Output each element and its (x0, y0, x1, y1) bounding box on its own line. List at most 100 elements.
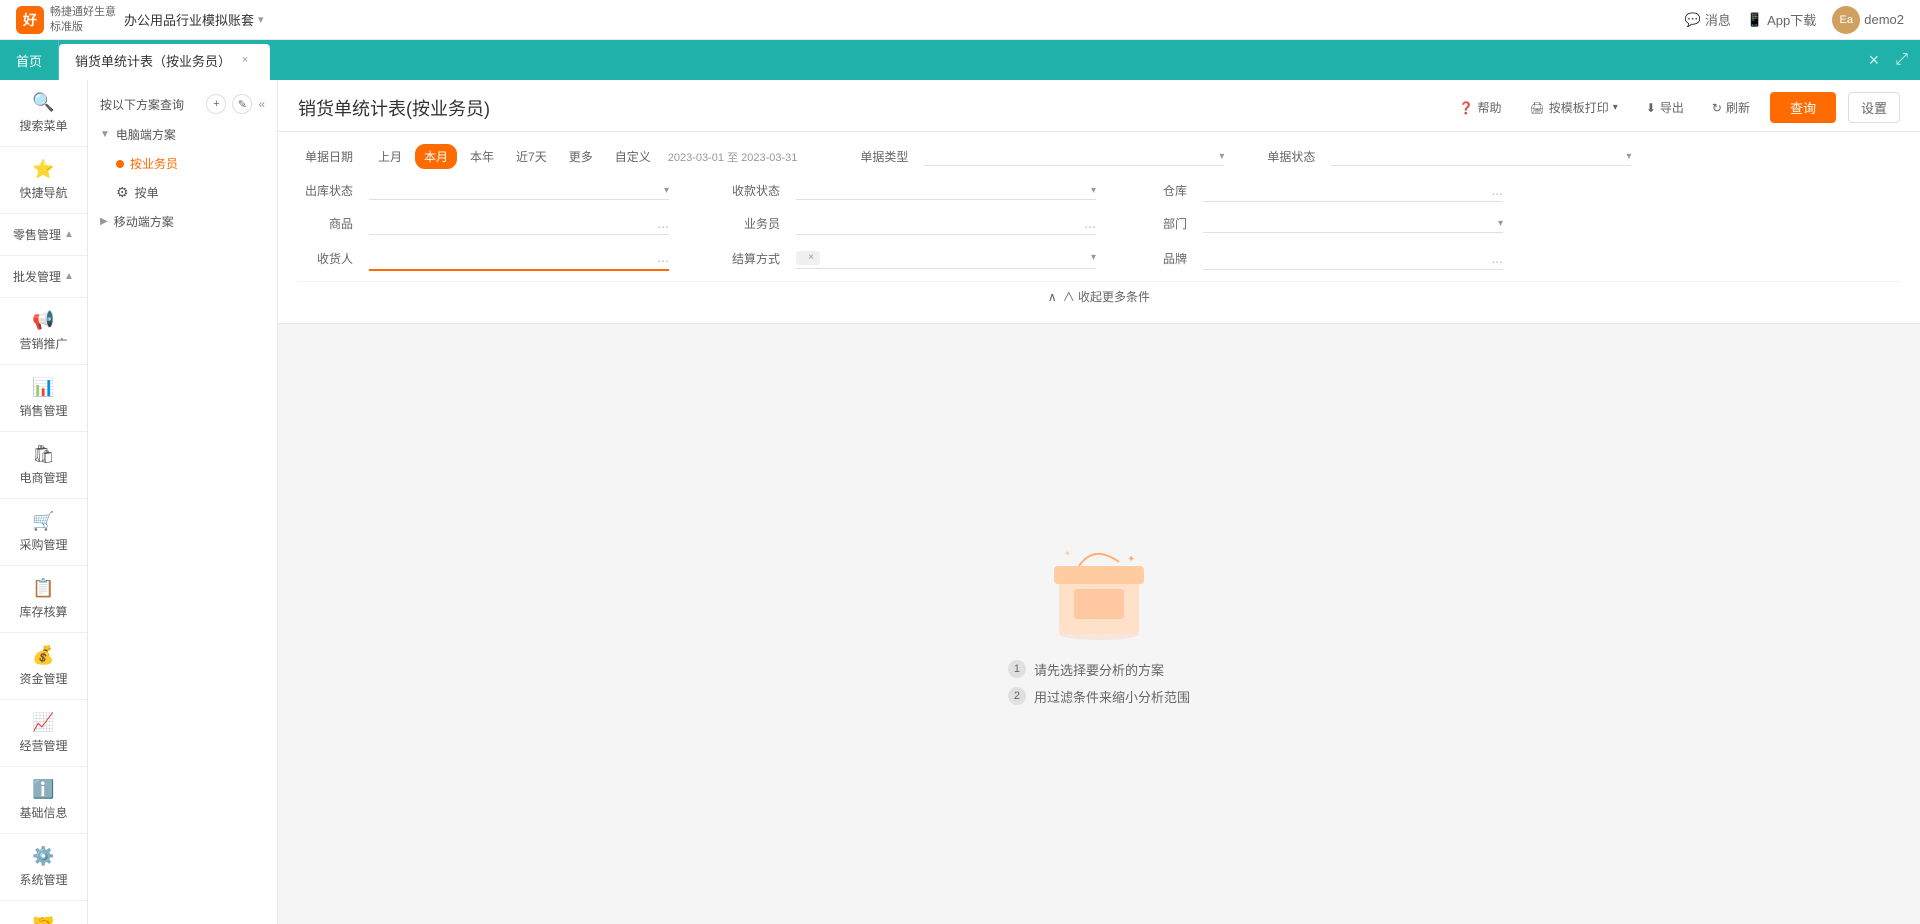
out-status-select[interactable]: ▾ (369, 182, 669, 200)
add-plan-button[interactable]: + (206, 94, 226, 114)
inventory-icon: 📋 (32, 578, 54, 599)
message-icon: 💬 (1685, 12, 1701, 28)
salesperson-select[interactable]: ... (796, 212, 1096, 235)
receipt-status-label: 收款状态 (725, 182, 780, 199)
goods-select[interactable]: ... (369, 212, 669, 235)
brand-select[interactable]: ... (1203, 247, 1503, 270)
sidebar-item-sales[interactable]: 📊 销售管理 (0, 365, 87, 432)
sidebar-item-finance[interactable]: 💰 资金管理 (0, 633, 87, 700)
filter-row-4: 收货人 ... 结算方式 × ▾ 品牌 (298, 245, 1900, 271)
sidebar-item-search[interactable]: 🔍 搜索菜单 (0, 80, 87, 147)
window-maximize-button[interactable]: ⤢ (1891, 47, 1912, 73)
sidebar-item-operations[interactable]: 📈 经营管理 (0, 700, 87, 767)
refresh-icon: ↻ (1712, 101, 1722, 115)
department-arrow-icon: ▾ (1498, 218, 1503, 229)
settings-button[interactable]: 设置 (1848, 92, 1900, 123)
svg-text:✦: ✦ (1064, 549, 1071, 558)
last-7-days-btn[interactable]: 近7天 (507, 144, 556, 169)
edit-plan-button[interactable]: ✎ (232, 94, 252, 114)
out-status-label: 出库状态 (298, 182, 353, 199)
collapse-more-button[interactable]: ∧ ∧ 收起更多条件 (298, 281, 1900, 311)
sidebar-item-enterprise[interactable]: 🤝 企业协同 (0, 901, 87, 924)
tab-close-icon[interactable]: × (237, 52, 253, 68)
out-status-arrow-icon: ▾ (664, 185, 669, 196)
department-select[interactable]: ▾ (1203, 215, 1503, 233)
receiver-input[interactable]: ... (369, 245, 669, 271)
help-icon: ❓ (1459, 101, 1474, 115)
tree-item-mobile-plan[interactable]: ▶ 移动端方案 (88, 207, 277, 236)
sidebar-item-ecommerce[interactable]: 🛍 电商管理 (0, 432, 87, 499)
user-menu[interactable]: Ea demo2 (1832, 6, 1904, 34)
sidebar-item-basic[interactable]: ℹ️ 基础信息 (0, 767, 87, 834)
help-button[interactable]: ❓ 帮助 (1451, 95, 1510, 120)
doc-type-label: 单据类型 (853, 148, 908, 165)
tree-item-by-order[interactable]: ⚙ 按单 (88, 178, 277, 207)
avatar: Ea (1832, 6, 1860, 34)
date-range-text: 2023-03-01 至 2023-03-31 (668, 149, 798, 165)
operations-icon: 📈 (32, 712, 54, 733)
empty-step-1: 1 请先选择要分析的方案 (1008, 660, 1190, 679)
goods-dots-icon: ... (657, 215, 669, 231)
main-layout: 🔍 搜索菜单 ⭐ 快捷导航 零售管理 ▲ 批发管理 ▲ 📢 营销推广 📊 销售管… (0, 80, 1920, 924)
tab-bar: 首页 销货单统计表（按业务员） × × ⤢ (0, 40, 1920, 80)
last-month-btn[interactable]: 上月 (369, 144, 411, 169)
enterprise-icon: 🤝 (32, 913, 54, 924)
right-main: 销货单统计表(按业务员) ❓ 帮助 🖨 按模板打印 ▾ ⬇ 导出 (278, 80, 1920, 924)
tree-item-pc-plan[interactable]: ▼ 电脑端方案 (88, 120, 277, 149)
this-year-btn[interactable]: 本年 (461, 144, 503, 169)
logo-icon: 好 (16, 6, 44, 34)
sidebar-item-system[interactable]: ⚙️ 系统管理 (0, 834, 87, 901)
top-bar-right: 💬 消息 📱 App下载 Ea demo2 (1685, 6, 1904, 34)
sidebar-item-inventory[interactable]: 📋 库存核算 (0, 566, 87, 633)
star-icon: ⭐ (32, 159, 54, 180)
query-button[interactable]: 查询 (1770, 92, 1836, 123)
page-actions: ❓ 帮助 🖨 按模板打印 ▾ ⬇ 导出 ↻ 刷新 (1451, 92, 1900, 123)
collapse-panel-button[interactable]: « (258, 97, 265, 111)
settlement-select[interactable]: × ▾ (796, 248, 1096, 269)
receipt-status-select[interactable]: ▾ (796, 182, 1096, 200)
left-panel-header: 按以下方案查询 + ✎ « (88, 88, 277, 120)
tree-item-by-salesperson[interactable]: 按业务员 (88, 149, 277, 178)
chevron-up-icon: ▲ (64, 271, 74, 282)
doc-type-arrow-icon: ▾ (1219, 151, 1224, 162)
tab-home[interactable]: 首页 (0, 40, 59, 80)
finance-icon: 💰 (32, 645, 54, 666)
filter-row-1: 单据日期 上月 本月 本年 近7天 更多 自定义 2023-03-01 至 20… (298, 144, 1900, 169)
export-button[interactable]: ⬇ 导出 (1638, 95, 1692, 120)
warehouse-dots-icon: ... (1491, 182, 1503, 198)
receiver-dots-icon: ... (657, 249, 669, 265)
active-dot-icon (116, 160, 124, 168)
app-download-button[interactable]: 📱 App下载 (1747, 10, 1816, 29)
sidebar-item-marketing[interactable]: 📢 营销推广 (0, 298, 87, 365)
receipt-status-arrow-icon: ▾ (1091, 185, 1096, 196)
brand-dots-icon: ... (1491, 250, 1503, 266)
tree-right-arrow-icon: ▶ (100, 216, 108, 227)
custom-btn[interactable]: 自定义 (606, 144, 660, 169)
basic-icon: ℹ️ (32, 779, 54, 800)
sidebar-item-retail[interactable]: 零售管理 ▲ (0, 214, 87, 256)
breadcrumb[interactable]: 办公用品行业模拟账套 ▾ (124, 10, 264, 29)
left-panel: 按以下方案查询 + ✎ « ▼ 电脑端方案 按业务员 (88, 80, 278, 924)
window-close-button[interactable]: × (1865, 46, 1884, 75)
sidebar-item-purchase[interactable]: 🛒 采购管理 (0, 499, 87, 566)
doc-status-select[interactable]: ▾ (1331, 148, 1631, 166)
receiver-text-input[interactable] (369, 248, 657, 266)
date-picker: 上月 本月 本年 近7天 更多 自定义 2023-03-01 至 2023-03… (369, 144, 797, 169)
message-button[interactable]: 💬 消息 (1685, 10, 1731, 29)
warehouse-select[interactable]: ... (1203, 179, 1503, 202)
more-btn[interactable]: 更多 (560, 144, 602, 169)
chevron-down-icon: ▲ (64, 229, 74, 240)
doc-status-arrow-icon: ▾ (1626, 151, 1631, 162)
marketing-icon: 📢 (32, 310, 54, 331)
receiver-label: 收货人 (298, 250, 353, 267)
purchase-icon: 🛒 (32, 511, 54, 532)
doc-type-select[interactable]: ▾ (924, 148, 1224, 166)
page-title: 销货单统计表(按业务员) (298, 95, 490, 121)
tab-active[interactable]: 销货单统计表（按业务员） × (59, 44, 270, 80)
print-button[interactable]: 🖨 按模板打印 ▾ (1522, 95, 1626, 120)
refresh-button[interactable]: ↻ 刷新 (1704, 95, 1758, 120)
sidebar-item-quick-nav[interactable]: ⭐ 快捷导航 (0, 147, 87, 214)
sidebar-item-wholesale[interactable]: 批发管理 ▲ (0, 256, 87, 298)
settlement-tag-close-icon[interactable]: × (808, 252, 814, 263)
this-month-btn[interactable]: 本月 (415, 144, 457, 169)
